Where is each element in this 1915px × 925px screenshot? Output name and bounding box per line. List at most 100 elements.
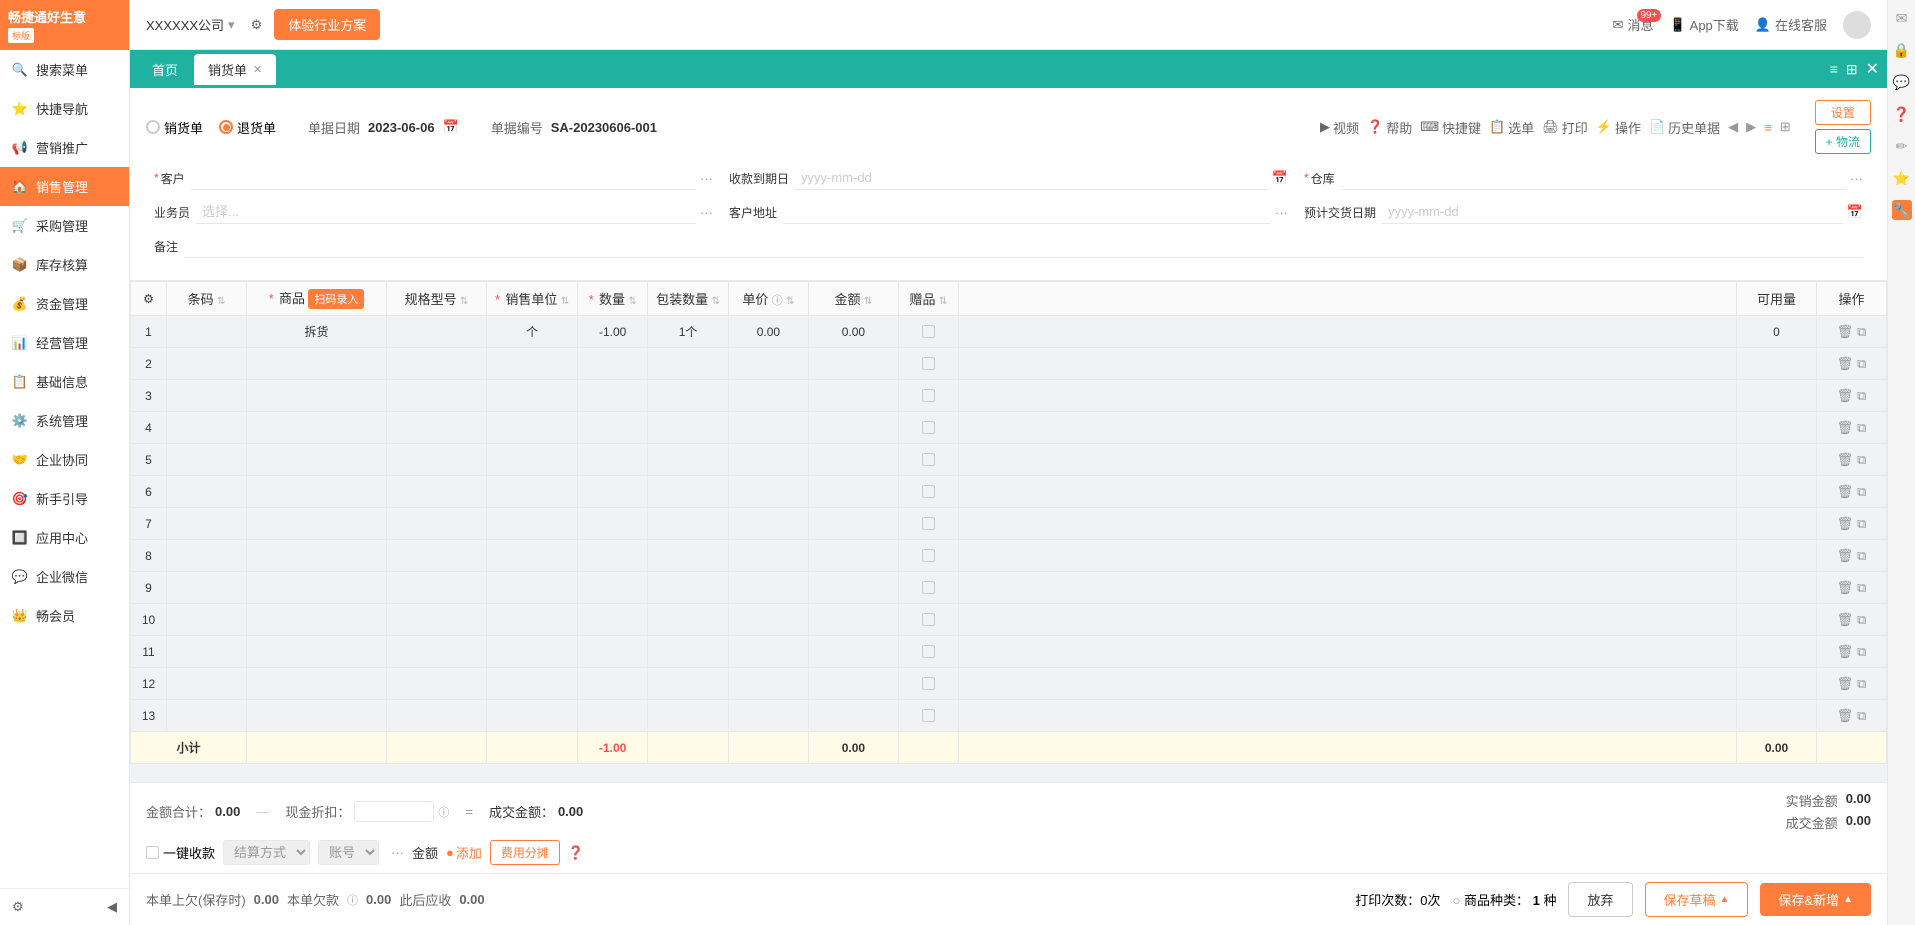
row-ops[interactable]: 🗑⧉ [1817, 700, 1887, 732]
copy-icon[interactable]: ⧉ [1857, 420, 1866, 436]
delivery-date-input[interactable] [1382, 200, 1843, 224]
row-ops[interactable]: 🗑⧉ [1817, 444, 1887, 476]
customer-input[interactable] [191, 166, 696, 190]
warehouse-input[interactable]: 建材仓 [1341, 166, 1846, 190]
collect-date-input[interactable] [795, 166, 1268, 190]
toolbar-select[interactable]: 📋 选单 [1489, 118, 1534, 137]
tab-close-icon[interactable]: ✕ [253, 63, 262, 76]
expense-help-icon[interactable]: ❓ [568, 845, 584, 861]
view-list-icon[interactable]: ≡ [1764, 120, 1772, 135]
save-draft-button[interactable]: 保存草稿 ▲ [1645, 882, 1749, 917]
calendar-icon[interactable]: 📅 [443, 119, 459, 135]
right-panel-icon-6[interactable]: ⭐ [1892, 168, 1912, 188]
right-panel-icon-7[interactable]: 🔧 [1892, 200, 1912, 220]
addr-dots-icon[interactable]: ··· [1275, 205, 1288, 220]
row-gift[interactable] [898, 444, 958, 476]
delete-icon[interactable]: 🗑 [1837, 388, 1854, 404]
radio-sales-order[interactable]: 销货单 [146, 118, 203, 137]
copy-icon[interactable]: ⧉ [1857, 644, 1866, 660]
copy-icon[interactable]: ⧉ [1857, 484, 1866, 500]
expense-button[interactable]: 费用分摊 [490, 840, 560, 865]
delivery-cal-icon[interactable]: 📅 [1847, 204, 1863, 220]
sidebar-item-guide[interactable]: 🎯 新手引导 [0, 479, 129, 518]
tab-list-icon[interactable]: ≡ [1830, 61, 1838, 77]
sidebar-item-finance[interactable]: 💰 资金管理 [0, 284, 129, 323]
row-gift[interactable] [898, 476, 958, 508]
save-new-button[interactable]: 保存&新增 ▲ [1760, 883, 1871, 916]
abandon-button[interactable]: 放弃 [1568, 882, 1632, 917]
row-gift[interactable] [898, 572, 958, 604]
toolbar-help[interactable]: ❓ 帮助 [1367, 118, 1412, 137]
row-ops[interactable]: 🗑⧉ [1817, 316, 1887, 348]
toolbar-shortcut[interactable]: ⌨ 快捷键 [1420, 118, 1481, 137]
customer-addr-input[interactable] [783, 200, 1271, 224]
setting-button[interactable]: 设置 [1815, 100, 1871, 125]
delete-icon[interactable]: 🗑 [1837, 612, 1854, 628]
trial-button[interactable]: 体验行业方案 [274, 9, 380, 40]
right-panel-icon-2[interactable]: 🔒 [1892, 40, 1912, 60]
account-dots-icon[interactable]: ··· [391, 845, 404, 860]
sidebar-item-inventory[interactable]: 📦 库存核算 [0, 245, 129, 284]
tab-grid-icon[interactable]: ⊞ [1846, 61, 1858, 78]
copy-icon[interactable]: ⧉ [1857, 356, 1866, 372]
row-ops[interactable]: 🗑⧉ [1817, 668, 1887, 700]
copy-icon[interactable]: ⧉ [1857, 324, 1866, 340]
right-panel-icon-4[interactable]: ❓ [1892, 104, 1912, 124]
sidebar-item-operation[interactable]: 📊 经营管理 [0, 323, 129, 362]
row-ops[interactable]: 🗑⧉ [1817, 540, 1887, 572]
row-ops[interactable]: 🗑⧉ [1817, 636, 1887, 668]
delete-icon[interactable]: 🗑 [1837, 324, 1854, 340]
sidebar-item-collab[interactable]: 🤝 企业协同 [0, 440, 129, 479]
row-gift[interactable] [898, 412, 958, 444]
delete-icon[interactable]: 🗑 [1837, 676, 1854, 692]
delete-icon[interactable]: 🗑 [1837, 708, 1854, 724]
company-selector[interactable]: XXXXXX公司 ▾ [146, 15, 235, 34]
delete-icon[interactable]: 🗑 [1837, 484, 1854, 500]
calendar-icon[interactable]: 📅 [1272, 170, 1288, 186]
close-all-icon[interactable]: ✕ [1866, 59, 1879, 79]
row-gift[interactable] [898, 508, 958, 540]
nav-prev-icon[interactable]: ◀ [1728, 119, 1738, 135]
col-gear[interactable]: ⚙ [131, 282, 167, 316]
copy-icon[interactable]: ⧉ [1857, 548, 1866, 564]
row-ops[interactable]: 🗑⧉ [1817, 348, 1887, 380]
sidebar-item-sales[interactable]: 🏠 销售管理 [0, 167, 129, 206]
row-gift[interactable] [898, 540, 958, 572]
settle-method-select[interactable]: 结算方式 [223, 840, 310, 865]
scan-button[interactable]: 扫码录入 [308, 289, 364, 309]
row-ops[interactable]: 🗑⧉ [1817, 412, 1887, 444]
copy-icon[interactable]: ⧉ [1857, 580, 1866, 596]
discount-info-icon[interactable]: ⓘ [438, 804, 449, 820]
row-ops[interactable]: 🗑⧉ [1817, 508, 1887, 540]
delete-icon[interactable]: 🗑 [1837, 580, 1854, 596]
one-click-pay-checkbox[interactable]: 一键收款 [146, 843, 215, 862]
row-gift[interactable] [898, 604, 958, 636]
row-ops[interactable]: 🗑⧉ [1817, 604, 1887, 636]
copy-icon[interactable]: ⧉ [1857, 388, 1866, 404]
tab-sales-order[interactable]: 销货单 ✕ [194, 54, 276, 85]
copy-icon[interactable]: ⧉ [1857, 676, 1866, 692]
row-gift[interactable] [898, 636, 958, 668]
delete-icon[interactable]: 🗑 [1837, 548, 1854, 564]
copy-icon[interactable]: ⧉ [1857, 516, 1866, 532]
sidebar-item-marketing[interactable]: 📢 营销推广 [0, 128, 129, 167]
row-ops[interactable]: 🗑⧉ [1817, 476, 1887, 508]
online-service-button[interactable]: 👤 在线客服 [1755, 15, 1827, 34]
product-type-icon[interactable]: ○ [1452, 893, 1460, 908]
sidebar-item-quicknav[interactable]: ⭐ 快捷导航 [0, 89, 129, 128]
salesperson-input[interactable] [196, 200, 696, 224]
account-select[interactable]: 账号 [318, 840, 379, 865]
delete-icon[interactable]: 🗑 [1837, 644, 1854, 660]
radio-return-order[interactable]: 退货单 [219, 118, 276, 137]
owe-info-icon[interactable]: ⓘ [347, 892, 358, 908]
sidebar-item-apps[interactable]: 🔲 应用中心 [0, 518, 129, 557]
price-info-icon[interactable]: ⓘ [772, 295, 783, 307]
row-gift[interactable] [898, 700, 958, 732]
delete-icon[interactable]: 🗑 [1837, 516, 1854, 532]
row-ops[interactable]: 🗑⧉ [1817, 572, 1887, 604]
right-panel-icon-5[interactable]: ✏ [1892, 136, 1912, 156]
view-card-icon[interactable]: ⊞ [1780, 119, 1791, 135]
row-gift[interactable] [898, 380, 958, 412]
delete-icon[interactable]: 🗑 [1837, 356, 1854, 372]
toolbar-video[interactable]: ▶ 视频 [1320, 118, 1359, 137]
